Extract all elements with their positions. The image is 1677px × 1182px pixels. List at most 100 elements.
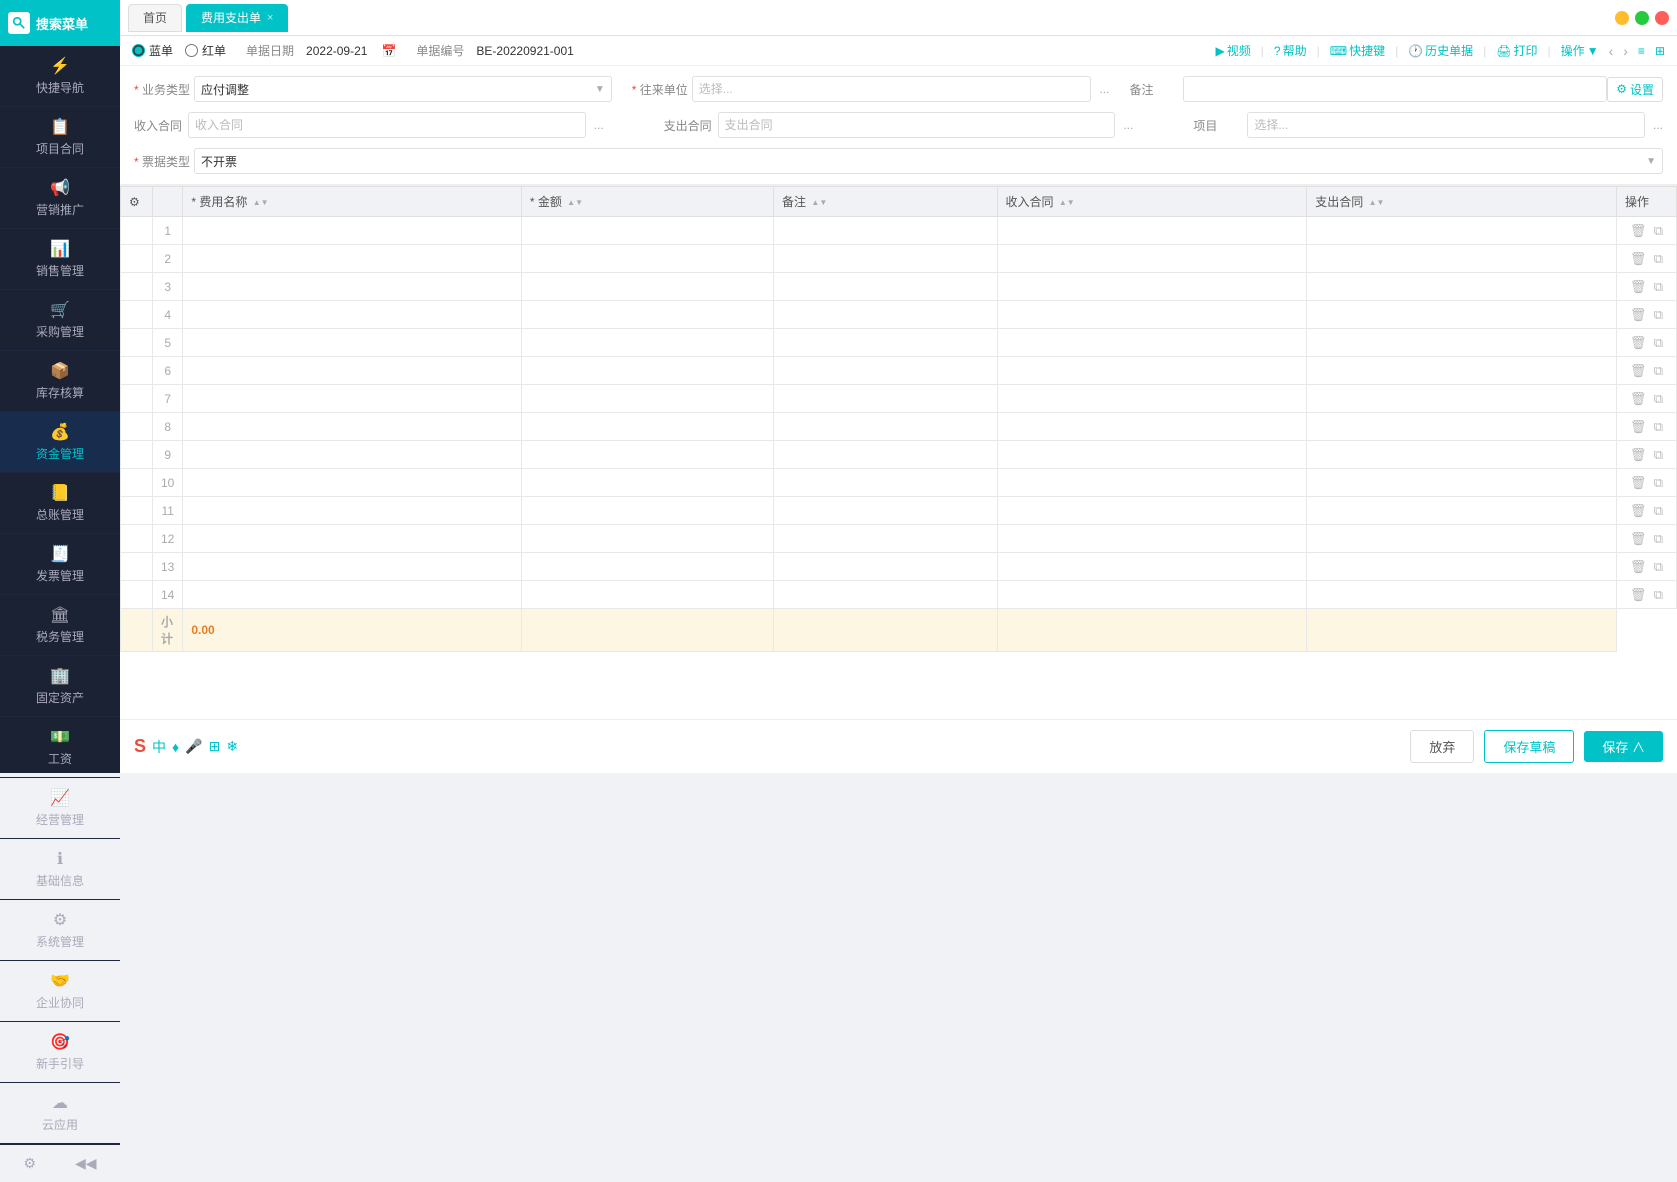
row-income-contract-cell[interactable] <box>997 413 1307 441</box>
row-expense-name-cell[interactable] <box>183 301 521 329</box>
row-income-contract-cell[interactable] <box>997 385 1307 413</box>
row-copy-icon[interactable]: ⧉ <box>1654 335 1663 350</box>
sort-income-contract[interactable]: ▲▼ <box>1059 199 1075 207</box>
row-copy-icon[interactable]: ⧉ <box>1654 419 1663 434</box>
history-action[interactable]: 🕐 历史单据 <box>1408 42 1473 59</box>
row-note-cell[interactable] <box>774 245 997 273</box>
discard-button[interactable]: 放弃 <box>1410 730 1474 763</box>
row-income-contract-cell[interactable] <box>997 497 1307 525</box>
window-minimize-btn[interactable] <box>1615 11 1629 25</box>
row-delete-icon[interactable]: 🗑 <box>1630 307 1647 322</box>
sidebar-item-operations[interactable]: 📈 经营管理 <box>0 778 120 839</box>
video-action[interactable]: ▶ 视频 <box>1216 42 1251 59</box>
row-expense-name-cell[interactable] <box>183 329 521 357</box>
row-note-cell[interactable] <box>774 357 997 385</box>
row-expense-contract-cell[interactable] <box>1307 497 1617 525</box>
row-delete-icon[interactable]: 🗑 <box>1630 363 1647 378</box>
row-copy-icon[interactable]: ⧉ <box>1654 251 1663 266</box>
sort-expense-name[interactable]: ▲▼ <box>253 199 269 207</box>
row-amount-cell[interactable] <box>521 217 773 245</box>
row-delete-icon[interactable]: 🗑 <box>1630 251 1647 266</box>
row-delete-icon[interactable]: 🗑 <box>1630 531 1647 546</box>
row-delete-icon[interactable]: 🗑 <box>1630 587 1647 602</box>
brand-icon-snowflake[interactable]: ❄ <box>226 738 238 755</box>
row-copy-icon[interactable]: ⧉ <box>1654 559 1663 574</box>
row-note-cell[interactable] <box>774 301 997 329</box>
row-note-cell[interactable] <box>774 413 997 441</box>
help-action[interactable]: ? 帮助 <box>1274 42 1307 59</box>
row-expense-contract-cell[interactable] <box>1307 357 1617 385</box>
income-contract-more-icon[interactable]: ... <box>594 118 604 132</box>
row-income-contract-cell[interactable] <box>997 245 1307 273</box>
shortcut-action[interactable]: ⌨ 快捷键 <box>1330 42 1385 59</box>
row-income-contract-cell[interactable] <box>997 525 1307 553</box>
row-delete-icon[interactable]: 🗑 <box>1630 419 1647 434</box>
row-delete-icon[interactable]: 🗑 <box>1630 447 1647 462</box>
row-expense-contract-cell[interactable] <box>1307 441 1617 469</box>
row-income-contract-cell[interactable] <box>997 273 1307 301</box>
row-delete-icon[interactable]: 🗑 <box>1630 475 1647 490</box>
row-amount-cell[interactable] <box>521 497 773 525</box>
row-copy-icon[interactable]: ⧉ <box>1654 447 1663 462</box>
window-maximize-btn[interactable] <box>1635 11 1649 25</box>
nav-next-btn[interactable]: › <box>1623 43 1628 59</box>
sort-expense-contract[interactable]: ▲▼ <box>1369 199 1385 207</box>
income-contract-input[interactable]: 收入合同 <box>188 112 586 138</box>
row-delete-icon[interactable]: 🗑 <box>1630 559 1647 574</box>
row-note-cell[interactable] <box>774 581 997 609</box>
row-delete-icon[interactable]: 🗑 <box>1630 391 1647 406</box>
save-button[interactable]: 保存 ∧ <box>1584 731 1663 762</box>
sidebar-item-payroll[interactable]: 💵 工资 <box>0 717 120 778</box>
sidebar-item-newbie[interactable]: 🎯 新手引导 <box>0 1022 120 1083</box>
window-close-btn[interactable] <box>1655 11 1669 25</box>
row-copy-icon[interactable]: ⧉ <box>1654 279 1663 294</box>
tab-home[interactable]: 首页 <box>128 4 182 32</box>
row-expense-contract-cell[interactable] <box>1307 301 1617 329</box>
row-expense-name-cell[interactable] <box>183 525 521 553</box>
row-expense-name-cell[interactable] <box>183 441 521 469</box>
row-expense-contract-cell[interactable] <box>1307 217 1617 245</box>
row-note-cell[interactable] <box>774 525 997 553</box>
tab-expense[interactable]: 费用支出单 × <box>186 4 288 32</box>
row-delete-icon[interactable]: 🗑 <box>1630 503 1647 518</box>
row-amount-cell[interactable] <box>521 301 773 329</box>
sidebar-item-fixed-assets[interactable]: 🏢 固定资产 <box>0 656 120 717</box>
volume-footer-icon[interactable]: ◀◀ <box>75 1155 97 1172</box>
row-expense-name-cell[interactable] <box>183 497 521 525</box>
grid-view-icon[interactable]: ⊞ <box>1655 44 1665 58</box>
col-note[interactable]: 备注 ▲▼ <box>774 187 997 217</box>
brand-icon-diamond[interactable]: ♦ <box>172 739 179 755</box>
row-expense-contract-cell[interactable] <box>1307 581 1617 609</box>
sort-note[interactable]: ▲▼ <box>811 199 827 207</box>
sidebar-item-sales[interactable]: 📊 销售管理 <box>0 229 120 290</box>
row-expense-contract-cell[interactable] <box>1307 553 1617 581</box>
row-copy-icon[interactable]: ⧉ <box>1654 503 1663 518</box>
sort-amount[interactable]: ▲▼ <box>567 199 583 207</box>
row-income-contract-cell[interactable] <box>997 357 1307 385</box>
print-action[interactable]: 🖨 打印 <box>1496 42 1537 59</box>
row-amount-cell[interactable] <box>521 273 773 301</box>
row-copy-icon[interactable]: ⧉ <box>1654 307 1663 322</box>
col-expense-contract[interactable]: 支出合同 ▲▼ <box>1307 187 1617 217</box>
row-expense-name-cell[interactable] <box>183 469 521 497</box>
row-amount-cell[interactable] <box>521 245 773 273</box>
row-note-cell[interactable] <box>774 441 997 469</box>
row-amount-cell[interactable] <box>521 469 773 497</box>
calendar-icon[interactable]: 📅 <box>381 44 396 58</box>
sidebar-item-system[interactable]: ⚙ 系统管理 <box>0 900 120 961</box>
row-expense-name-cell[interactable] <box>183 553 521 581</box>
row-expense-name-cell[interactable] <box>183 217 521 245</box>
row-income-contract-cell[interactable] <box>997 217 1307 245</box>
expense-contract-more-icon[interactable]: ... <box>1123 118 1133 132</box>
row-delete-icon[interactable]: 🗑 <box>1630 223 1647 238</box>
row-amount-cell[interactable] <box>521 357 773 385</box>
sidebar-item-enterprise[interactable]: 🤝 企业协同 <box>0 961 120 1022</box>
row-income-contract-cell[interactable] <box>997 441 1307 469</box>
row-expense-contract-cell[interactable] <box>1307 273 1617 301</box>
row-amount-cell[interactable] <box>521 441 773 469</box>
sidebar-item-quick-nav[interactable]: ⚡ 快捷导航 <box>0 46 120 107</box>
row-income-contract-cell[interactable] <box>997 553 1307 581</box>
remark-input[interactable] <box>1183 76 1607 102</box>
row-expense-name-cell[interactable] <box>183 273 521 301</box>
row-income-contract-cell[interactable] <box>997 469 1307 497</box>
